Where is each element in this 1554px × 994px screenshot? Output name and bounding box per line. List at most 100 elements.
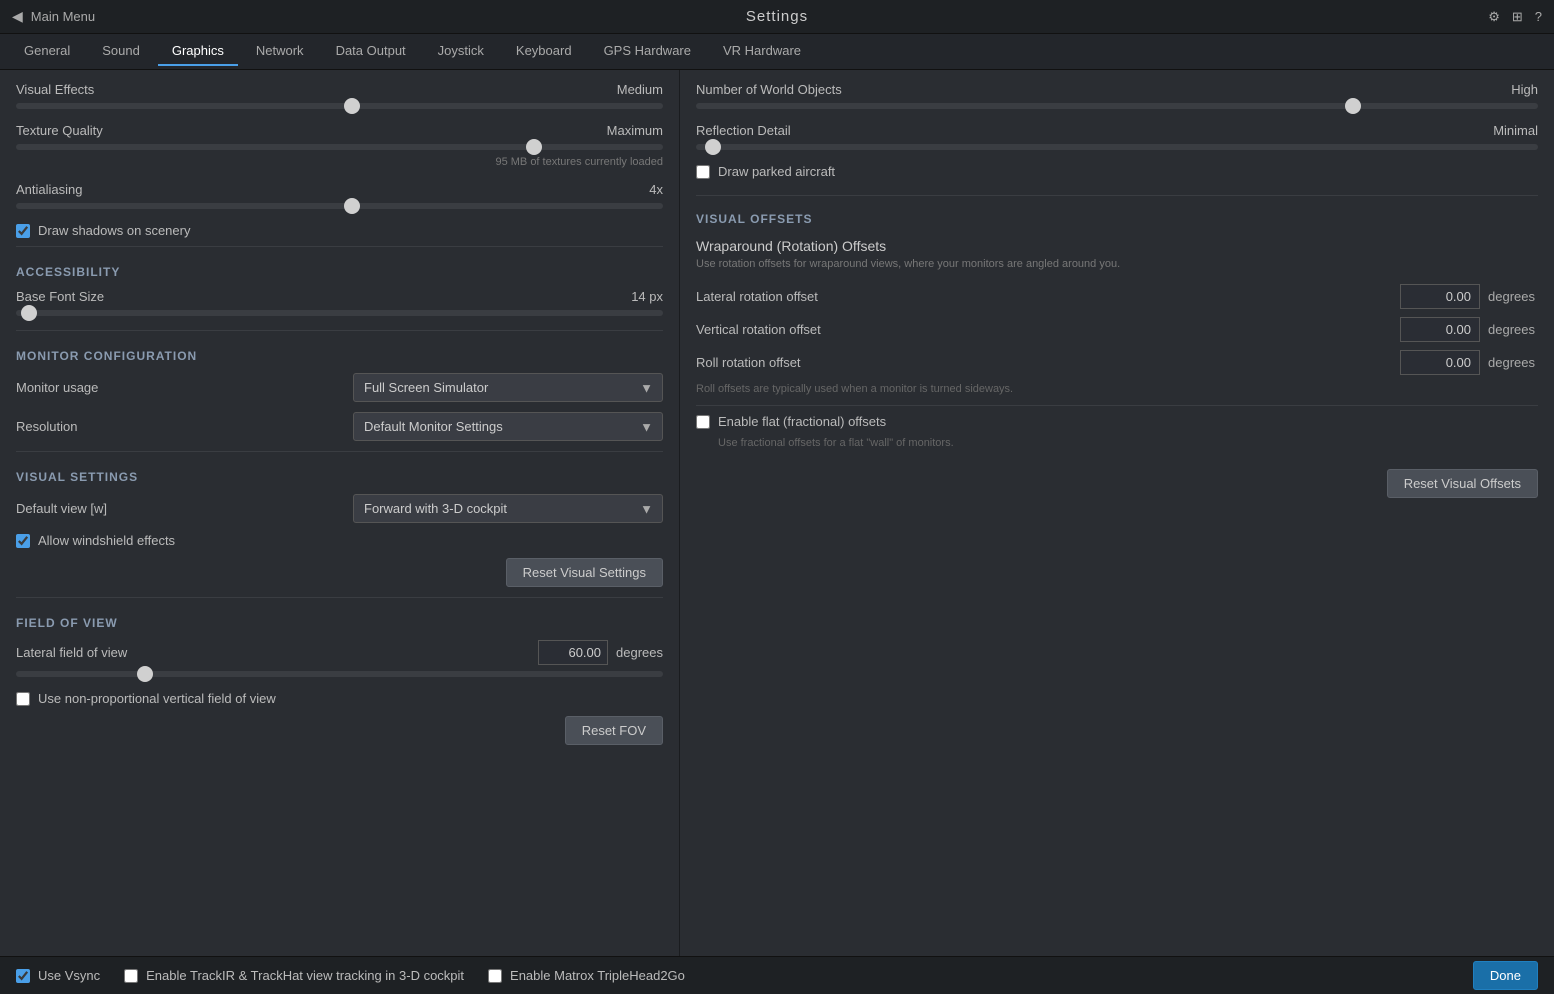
tab-network[interactable]: Network	[242, 37, 318, 66]
roll-rotation-unit: degrees	[1488, 355, 1538, 370]
reflection-detail-thumb[interactable]	[705, 139, 721, 155]
resolution-wrapper: Default Monitor Settings 1920x1080 2560x…	[353, 412, 663, 441]
draw-shadows-row: Draw shadows on scenery	[16, 223, 663, 238]
tab-joystick[interactable]: Joystick	[424, 37, 498, 66]
tab-general[interactable]: General	[10, 37, 84, 66]
lateral-fov-row: Lateral field of view degrees	[16, 640, 663, 677]
visual-effects-track[interactable]	[16, 103, 663, 109]
num-world-objects-thumb[interactable]	[1345, 98, 1361, 114]
antialiasing-label: Antialiasing	[16, 182, 83, 197]
vertical-rotation-unit: degrees	[1488, 322, 1538, 337]
bottom-bar-left: Use Vsync Enable TrackIR & TrackHat view…	[16, 960, 685, 991]
allow-windshield-checkbox[interactable]	[16, 534, 30, 548]
enable-flat-offsets-checkbox[interactable]	[696, 415, 710, 429]
enable-flat-offsets-label: Enable flat (fractional) offsets	[718, 414, 886, 429]
reset-visual-offsets-button[interactable]: Reset Visual Offsets	[1387, 469, 1538, 498]
antialiasing-value: 4x	[649, 182, 663, 197]
lateral-rotation-input[interactable]	[1400, 284, 1480, 309]
settings-icon[interactable]: ⚙	[1488, 9, 1500, 25]
enable-trackir-checkbox[interactable]	[124, 969, 138, 983]
texture-quality-label: Texture Quality	[16, 123, 103, 138]
top-bar-left: ◀ Main Menu	[12, 8, 95, 25]
reflection-detail-row: Reflection Detail Minimal	[696, 123, 1538, 150]
base-font-size-row: Base Font Size 14 px	[16, 289, 663, 316]
visual-offsets-header: VISUAL OFFSETS	[696, 212, 1538, 226]
use-vsync-checkbox[interactable]	[16, 969, 30, 983]
base-font-size-thumb[interactable]	[21, 305, 37, 321]
back-arrow-icon: ◀	[12, 8, 23, 25]
resolution-label: Resolution	[16, 419, 136, 434]
allow-windshield-row: Allow windshield effects	[16, 533, 663, 548]
enable-matrox-row: Enable Matrox TripleHead2Go	[488, 968, 685, 983]
sliders-icon[interactable]: ⊞	[1512, 9, 1523, 25]
tab-vr-hardware[interactable]: VR Hardware	[709, 37, 815, 66]
antialiasing-row: Antialiasing 4x	[16, 182, 663, 209]
num-world-objects-track[interactable]	[696, 103, 1538, 109]
lateral-rotation-unit: degrees	[1488, 289, 1538, 304]
enable-flat-offsets-row: Enable flat (fractional) offsets	[696, 414, 1538, 429]
draw-shadows-checkbox[interactable]	[16, 224, 30, 238]
lateral-rotation-row: Lateral rotation offset degrees	[696, 284, 1538, 309]
draw-shadows-label: Draw shadows on scenery	[38, 223, 190, 238]
lateral-rotation-input-row: degrees	[1400, 284, 1538, 309]
default-view-select[interactable]: Forward with 3-D cockpit Forward with 2-…	[353, 494, 663, 523]
vertical-rotation-row: Vertical rotation offset degrees	[696, 317, 1538, 342]
enable-trackir-label: Enable TrackIR & TrackHat view tracking …	[146, 968, 464, 983]
non-proportional-fov-checkbox[interactable]	[16, 692, 30, 706]
lateral-fov-thumb[interactable]	[137, 666, 153, 682]
top-bar-right: ⚙ ⊞ ?	[1488, 9, 1542, 25]
default-view-wrapper: Forward with 3-D cockpit Forward with 2-…	[353, 494, 663, 523]
monitor-usage-label: Monitor usage	[16, 380, 136, 395]
main-menu-link[interactable]: Main Menu	[31, 9, 95, 24]
default-view-label: Default view [w]	[16, 501, 136, 516]
texture-quality-thumb[interactable]	[526, 139, 542, 155]
enable-matrox-checkbox[interactable]	[488, 969, 502, 983]
monitor-usage-select[interactable]: Full Screen Simulator Windowed Multiple …	[353, 373, 663, 402]
tabs-bar: General Sound Graphics Network Data Outp…	[0, 34, 1554, 70]
resolution-select[interactable]: Default Monitor Settings 1920x1080 2560x…	[353, 412, 663, 441]
reflection-detail-value: Minimal	[1493, 123, 1538, 138]
lateral-fov-input[interactable]	[538, 640, 608, 665]
draw-parked-aircraft-row: Draw parked aircraft	[696, 164, 1538, 179]
field-of-view-header: FIELD OF VIEW	[16, 616, 663, 630]
reset-fov-button[interactable]: Reset FOV	[565, 716, 663, 745]
lateral-rotation-label: Lateral rotation offset	[696, 289, 818, 304]
texture-quality-track[interactable]	[16, 144, 663, 150]
accessibility-header: ACCESSIBILITY	[16, 265, 663, 279]
wraparound-title: Wraparound (Rotation) Offsets	[696, 238, 1538, 254]
question-icon[interactable]: ?	[1535, 9, 1542, 24]
base-font-size-label: Base Font Size	[16, 289, 104, 304]
roll-rotation-input[interactable]	[1400, 350, 1480, 375]
monitor-usage-row: Monitor usage Full Screen Simulator Wind…	[16, 373, 663, 402]
roll-rotation-row: Roll rotation offset degrees	[696, 350, 1538, 375]
base-font-size-track[interactable]	[16, 310, 663, 316]
lateral-fov-track[interactable]	[16, 671, 663, 677]
bottom-bar: Use Vsync Enable TrackIR & TrackHat view…	[0, 956, 1554, 994]
tab-graphics[interactable]: Graphics	[158, 37, 238, 66]
lateral-fov-label: Lateral field of view	[16, 645, 127, 660]
monitor-config-header: MONITOR CONFIGURATION	[16, 349, 663, 363]
texture-quality-value: Maximum	[607, 123, 663, 138]
tab-keyboard[interactable]: Keyboard	[502, 37, 586, 66]
tab-gps-hardware[interactable]: GPS Hardware	[590, 37, 705, 66]
resolution-row: Resolution Default Monitor Settings 1920…	[16, 412, 663, 441]
reflection-detail-label: Reflection Detail	[696, 123, 791, 138]
antialiasing-thumb[interactable]	[344, 198, 360, 214]
done-button[interactable]: Done	[1473, 961, 1538, 990]
allow-windshield-label: Allow windshield effects	[38, 533, 175, 548]
visual-effects-thumb[interactable]	[344, 98, 360, 114]
tab-data-output[interactable]: Data Output	[322, 37, 420, 66]
draw-parked-aircraft-checkbox[interactable]	[696, 165, 710, 179]
tab-sound[interactable]: Sound	[88, 37, 154, 66]
roll-rotation-sub: Roll offsets are typically used when a m…	[696, 383, 1538, 395]
lateral-fov-input-row: degrees	[538, 640, 663, 665]
reset-visual-settings-button[interactable]: Reset Visual Settings	[506, 558, 663, 587]
enable-trackir-row: Enable TrackIR & TrackHat view tracking …	[124, 968, 464, 983]
lateral-fov-unit: degrees	[616, 645, 663, 660]
main-content: Visual Effects Medium Texture Quality Ma…	[0, 70, 1554, 956]
vertical-rotation-input[interactable]	[1400, 317, 1480, 342]
use-vsync-label: Use Vsync	[38, 968, 100, 983]
visual-effects-row: Visual Effects Medium	[16, 82, 663, 109]
reflection-detail-track[interactable]	[696, 144, 1538, 150]
antialiasing-track[interactable]	[16, 203, 663, 209]
